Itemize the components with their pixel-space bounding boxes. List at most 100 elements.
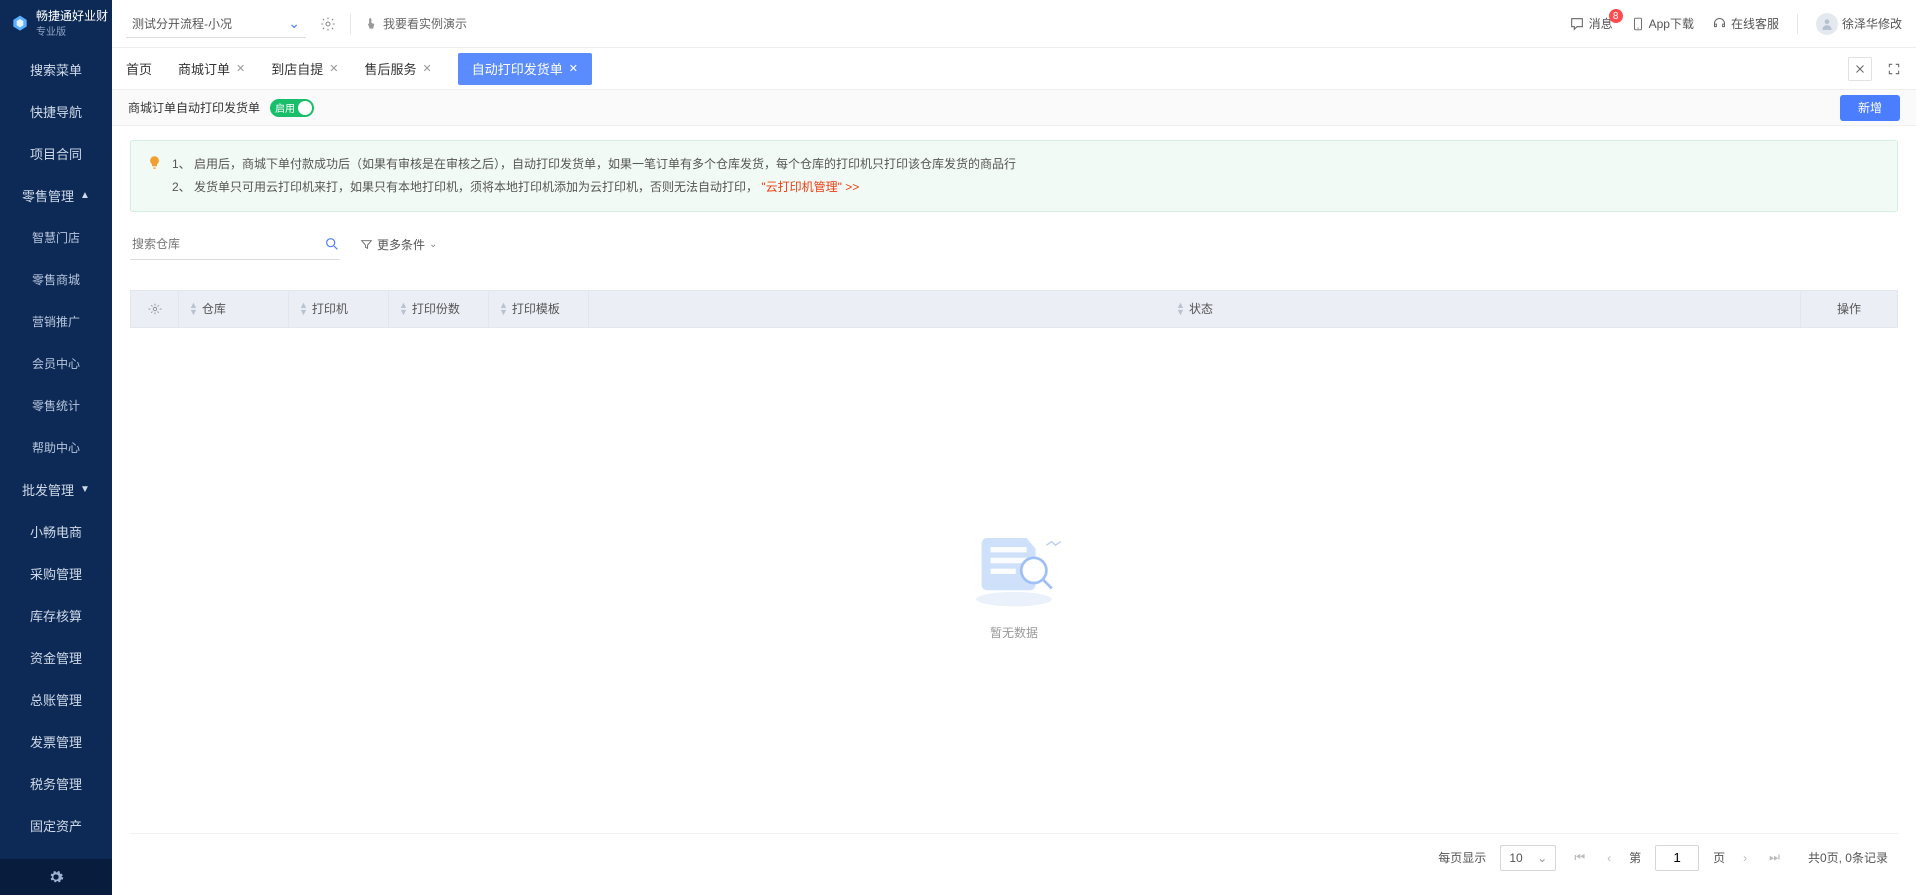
headset-icon (1712, 16, 1727, 31)
sidebar-item-5[interactable]: 零售商城 (0, 258, 112, 300)
customer-service-button[interactable]: 在线客服 (1712, 15, 1779, 32)
empty-text: 暂无数据 (990, 624, 1038, 641)
fullscreen-button[interactable] (1882, 57, 1906, 81)
brand-icon (10, 14, 30, 34)
warehouse-search-input[interactable] (130, 233, 324, 255)
th-copies[interactable]: ▲▼打印份数 (389, 291, 489, 327)
cloud-printer-link[interactable]: "云打印机管理" >> (761, 180, 859, 194)
sidebar-item-label: 零售管理 (22, 186, 74, 205)
per-page-select[interactable]: 10 ⌄ (1500, 845, 1556, 871)
first-page-button[interactable]: ⏮ (1570, 850, 1589, 865)
sort-icon: ▲▼ (1176, 302, 1185, 315)
sidebar-item-12[interactable]: 采购管理 (0, 552, 112, 594)
table: ▲▼仓库 ▲▼打印机 ▲▼打印份数 ▲▼打印模板 ▲▼状态 操作 (130, 290, 1898, 881)
empty-state: 暂无数据 (130, 328, 1898, 833)
org-settings-icon[interactable] (320, 16, 336, 32)
sidebar-settings[interactable] (0, 859, 112, 895)
tab-label: 商城订单 (178, 59, 230, 78)
customer-service-label: 在线客服 (1731, 15, 1779, 32)
page-input[interactable] (1655, 845, 1699, 871)
new-button[interactable]: 新增 (1840, 95, 1900, 121)
tab-1[interactable]: 商城订单 ✕ (178, 48, 245, 90)
sidebar-item-19[interactable]: 工资 (0, 846, 112, 859)
tabs-row: 首页商城订单✕到店自提✕售后服务✕自动打印发货单✕ (112, 48, 1916, 90)
sort-icon: ▲▼ (299, 302, 308, 315)
sidebar-item-3[interactable]: 零售管理 ▲ (0, 174, 112, 216)
brand-edition: 专业版 (36, 23, 108, 38)
sidebar-item-7[interactable]: 会员中心 (0, 342, 112, 384)
sidebar-item-label: 会员中心 (32, 355, 80, 372)
per-page-value: 10 (1509, 851, 1522, 865)
sidebar-item-label: 营销推广 (32, 313, 80, 330)
tab-2[interactable]: 到店自提 ✕ (271, 48, 338, 90)
last-page-button[interactable]: ⏭ (1765, 850, 1784, 865)
toggle-row: 商城订单自动打印发货单 启用 新增 (112, 90, 1916, 126)
demo-link[interactable]: 我要看实例演示 (365, 15, 467, 32)
th-printer[interactable]: ▲▼打印机 (289, 291, 389, 327)
sort-icon: ▲▼ (499, 302, 508, 315)
th-warehouse[interactable]: ▲▼仓库 (179, 291, 289, 327)
messages-button[interactable]: 消息 8 (1569, 15, 1613, 32)
sidebar-item-label: 帮助中心 (32, 439, 80, 456)
more-filters-label: 更多条件 (377, 236, 425, 253)
sidebar-item-18[interactable]: 固定资产 (0, 804, 112, 846)
sidebar-item-6[interactable]: 营销推广 (0, 300, 112, 342)
sidebar-item-4[interactable]: 智慧门店 (0, 216, 112, 258)
tab-0[interactable]: 首页 (126, 48, 152, 90)
close-icon[interactable]: ✕ (423, 62, 432, 75)
auto-print-toggle[interactable]: 启用 (270, 99, 314, 117)
tab-label: 自动打印发货单 (472, 59, 563, 78)
sidebar-item-13[interactable]: 库存核算 (0, 594, 112, 636)
sidebar-item-10[interactable]: 批发管理▼ (0, 468, 112, 510)
app-download-button[interactable]: App下载 (1631, 15, 1694, 32)
sidebar-item-17[interactable]: 税务管理 (0, 762, 112, 804)
sidebar-item-0[interactable]: 搜索菜单 (0, 48, 112, 90)
chevron-icon: ▼ (80, 484, 90, 495)
org-name: 测试分开流程-小况 (132, 15, 232, 32)
sidebar-item-8[interactable]: 零售统计 (0, 384, 112, 426)
sidebar-item-16[interactable]: 发票管理 (0, 720, 112, 762)
sidebar-item-2[interactable]: 项目合同 (0, 132, 112, 174)
sidebar-item-label: 智慧门店 (32, 229, 80, 246)
empty-icon (959, 520, 1069, 610)
more-filters-button[interactable]: 更多条件 ⌄ (360, 236, 437, 253)
sidebar-item-1[interactable]: 快捷导航 (0, 90, 112, 132)
top-actions: 消息 8 App下载 在线客服 徐泽华修改 (1569, 13, 1902, 35)
sidebar-item-label: 固定资产 (30, 816, 82, 835)
lightbulb-icon (147, 155, 162, 199)
pagination: 每页显示 10 ⌄ ⏮ ‹ 第 页 › ⏭ 共0页, 0条记录 (130, 833, 1898, 881)
close-icon[interactable]: ✕ (329, 62, 338, 75)
th-status[interactable]: ▲▼状态 (589, 291, 1801, 327)
user-menu[interactable]: 徐泽华修改 (1816, 13, 1902, 35)
chevron-down-icon: ⌄ (1537, 851, 1547, 865)
search-icon[interactable] (324, 236, 340, 252)
tip-line-1: 1、 启用后，商城下单付款成功后（如果有审核是在审核之后），自动打印发货单，如果… (172, 153, 1016, 176)
toggle-on-text: 启用 (275, 100, 295, 115)
search-box (130, 230, 340, 260)
org-selector[interactable]: 测试分开流程-小况 ⌄ (126, 10, 306, 38)
sidebar-item-11[interactable]: 小畅电商 (0, 510, 112, 552)
expand-icon (1887, 62, 1901, 76)
sidebar-item-9[interactable]: 帮助中心 (0, 426, 112, 468)
sidebar-item-14[interactable]: 资金管理 (0, 636, 112, 678)
gear-icon (48, 869, 64, 885)
close-icon[interactable]: ✕ (236, 62, 245, 75)
sidebar-item-label: 搜索菜单 (30, 60, 82, 79)
messages-badge: 8 (1609, 9, 1623, 23)
sidebar-item-15[interactable]: 总账管理 (0, 678, 112, 720)
topbar: 测试分开流程-小况 ⌄ 我要看实例演示 消息 8 App下载 (112, 0, 1916, 48)
sidebar-item-label: 资金管理 (30, 648, 82, 667)
chevron-icon: ▲ (80, 190, 90, 201)
column-settings[interactable] (131, 291, 179, 327)
brand-name: 畅捷通好业财 (36, 10, 108, 23)
tab-4[interactable]: 自动打印发货单 ✕ (458, 53, 592, 85)
prev-page-button[interactable]: ‹ (1603, 851, 1615, 865)
tab-label: 到店自提 (271, 59, 323, 78)
demo-link-text: 我要看实例演示 (383, 15, 467, 32)
th-template[interactable]: ▲▼打印模板 (489, 291, 589, 327)
close-all-tabs-button[interactable] (1848, 57, 1872, 81)
chevron-down-icon: ⌄ (429, 239, 437, 250)
next-page-button[interactable]: › (1739, 851, 1751, 865)
tab-3[interactable]: 售后服务✕ (364, 48, 431, 90)
close-icon[interactable]: ✕ (569, 62, 578, 75)
